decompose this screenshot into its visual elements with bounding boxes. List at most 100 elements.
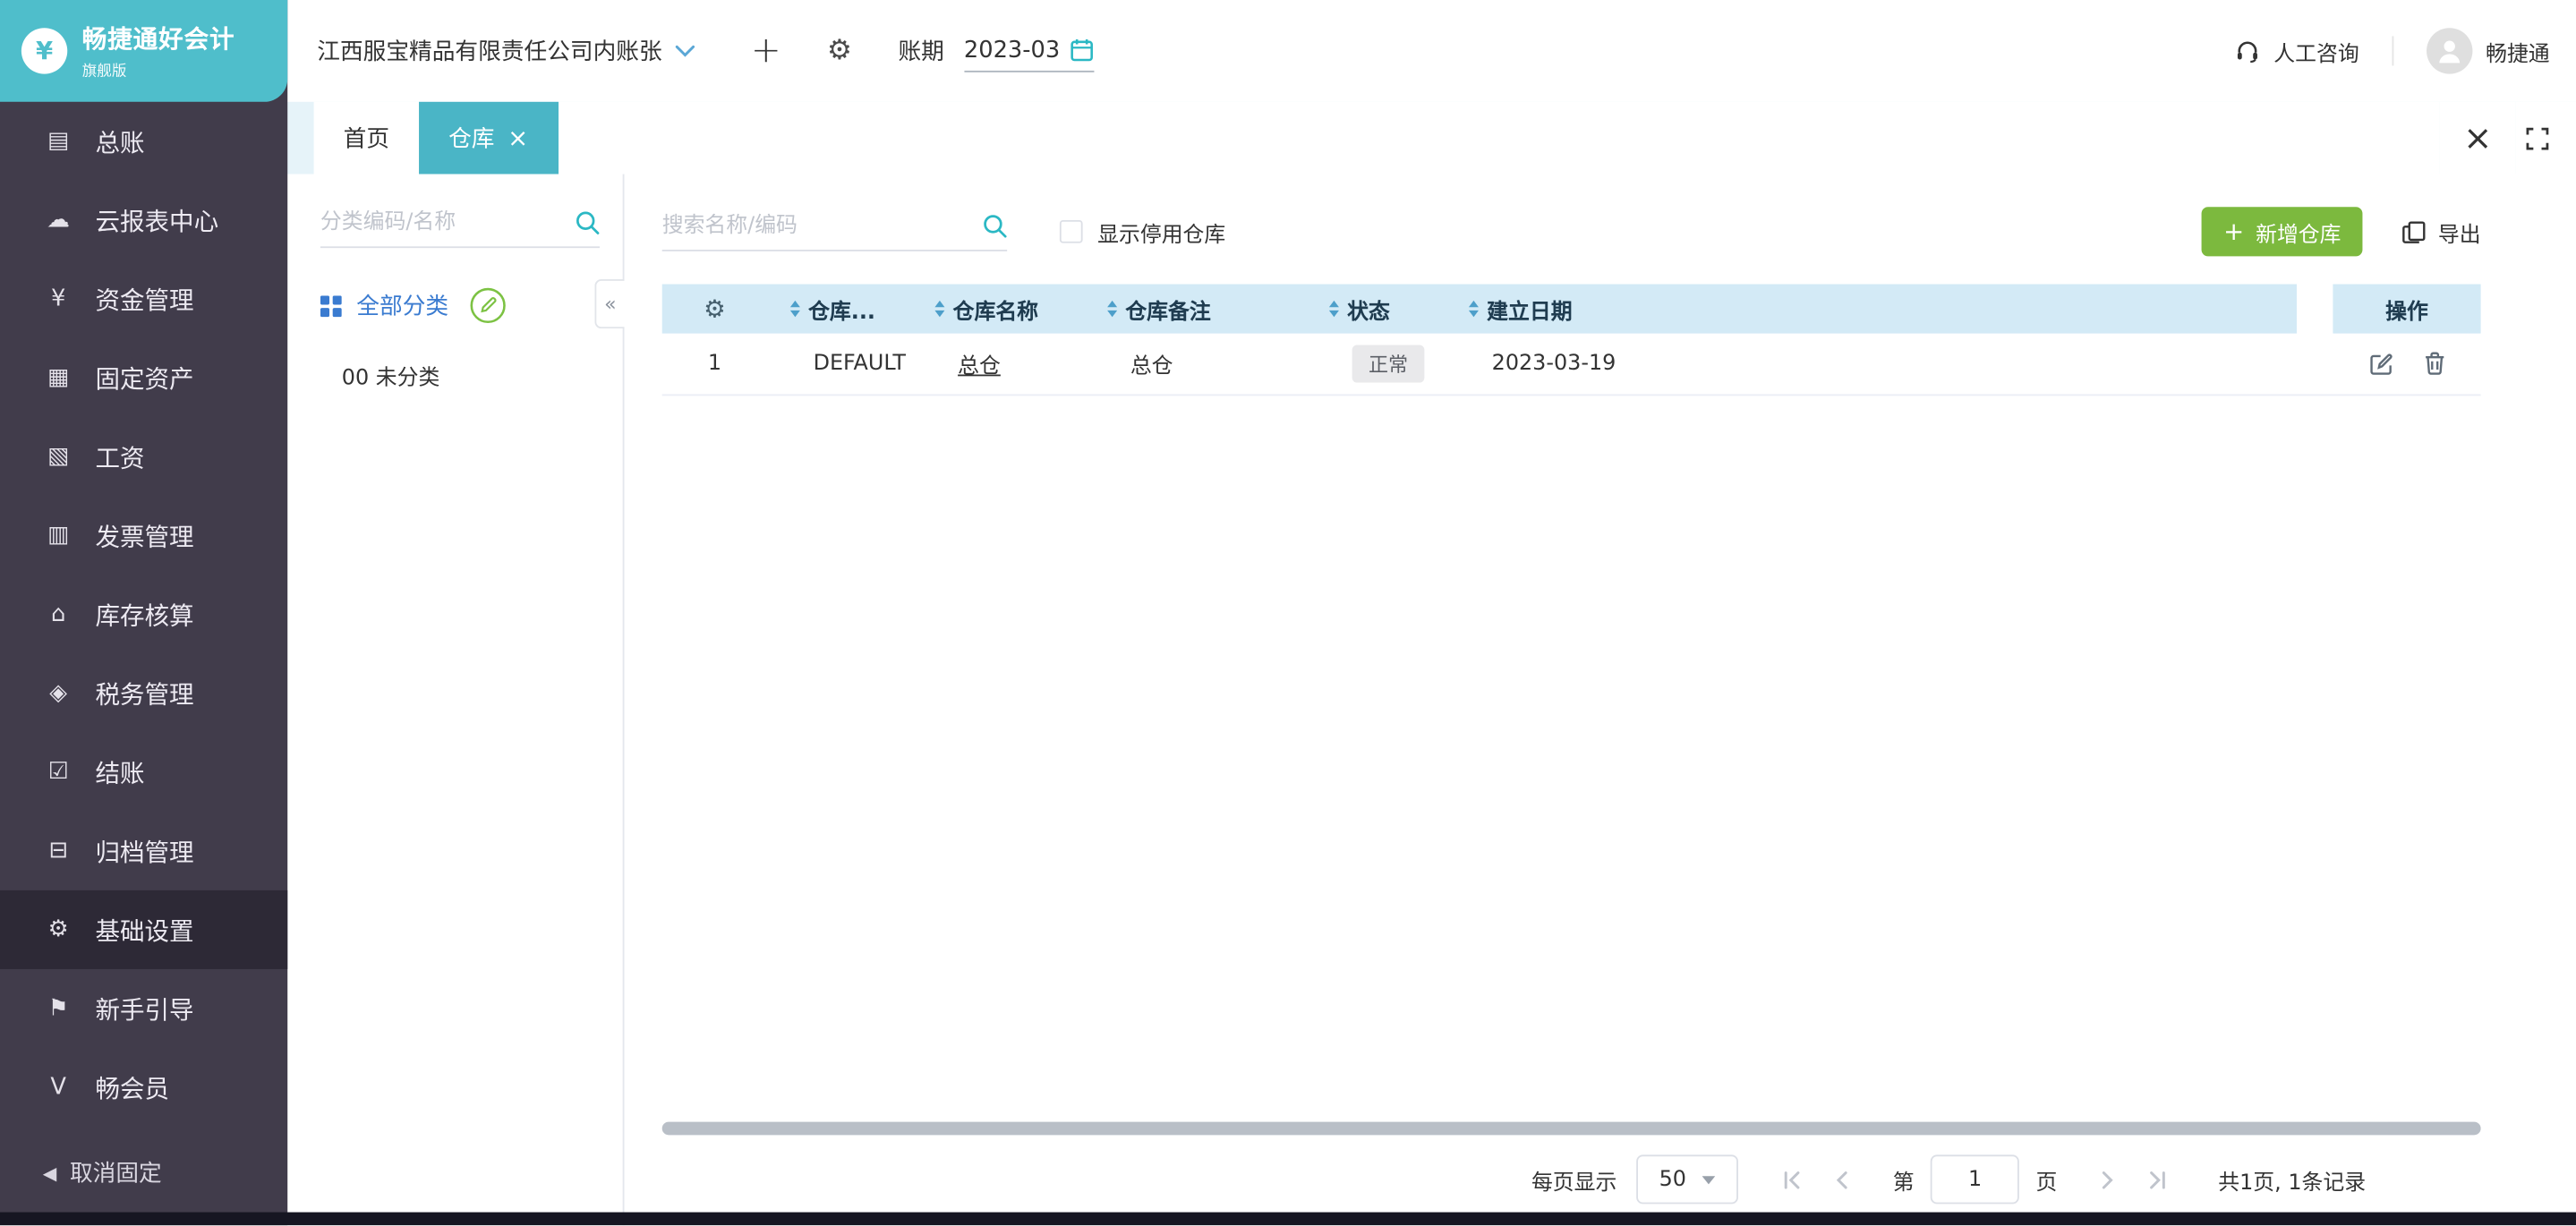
status-badge: 正常 (1352, 345, 1425, 383)
sidebar-item-closing[interactable]: ☑ 结账 (0, 733, 287, 812)
sidebar-item-label: 发票管理 (95, 521, 194, 551)
per-page-select[interactable]: 50 (1636, 1154, 1739, 1205)
sidebar-item-member[interactable]: Ⅴ 畅会员 (0, 1048, 287, 1127)
sort-icon[interactable] (789, 300, 800, 318)
sidebar-item-label: 工资 (95, 442, 145, 473)
actions-column-header: 操作 (2333, 284, 2481, 334)
company-selector[interactable]: 江西服宝精品有限责任公司内账张 (317, 35, 695, 68)
table-row[interactable]: 1 DEFAULT 总仓 总仓 正常 2023-03-19 (661, 334, 2481, 396)
tab-strip: 首页 仓库 × (313, 101, 559, 175)
edit-icon[interactable] (2368, 352, 2393, 377)
column-header-0[interactable]: 仓库... (767, 285, 912, 334)
warehouse-name-link[interactable]: 总仓 (958, 354, 1001, 379)
sidebar-item-label: 资金管理 (95, 285, 194, 315)
search-icon[interactable] (575, 210, 600, 235)
tab-close-icon[interactable]: × (508, 124, 528, 150)
closing-icon: ☑ (47, 759, 69, 786)
warehouse-date: 2023-03-19 (1491, 351, 1616, 377)
sidebar-item-basic-settings[interactable]: ⚙ 基础设置 (0, 890, 288, 969)
tax-management-icon: ◈ (49, 679, 68, 707)
column-header-3[interactable]: 状态 (1306, 285, 1446, 334)
warehouse-table: ⚙ 仓库... 仓库名称 仓库备注 状态 建立日期 操作 1 DEFAULT 总仓 总仓 正常 2… (661, 284, 2481, 396)
sidebar-item-label: 结账 (95, 758, 145, 788)
sidebar-item-cloud-reports[interactable]: ☁ 云报表中心 (0, 181, 287, 260)
show-disabled-checkbox[interactable]: 显示停用仓库 (1059, 216, 1225, 247)
column-header-1[interactable]: 仓库名称 (912, 285, 1085, 334)
page-input[interactable] (1931, 1154, 2020, 1205)
avatar[interactable] (2427, 28, 2473, 74)
horizontal-scrollbar[interactable] (661, 1121, 2481, 1136)
add-warehouse-label: 新增仓库 (2256, 222, 2341, 248)
username: 畅捷通 (2486, 41, 2550, 67)
brand-logo: ¥ 畅捷通好会计 旗舰版 (0, 0, 288, 102)
column-header-4[interactable]: 建立日期 (1446, 285, 2297, 334)
column-header-2[interactable]: 仓库备注 (1084, 285, 1306, 334)
brand-glyph: ¥ (35, 36, 54, 66)
add-warehouse-button[interactable]: + 新增仓库 (2202, 207, 2363, 257)
topbar-divider (2392, 36, 2394, 66)
all-categories-label: 全部分类 (356, 294, 449, 320)
warehouse-search-input[interactable] (661, 212, 983, 238)
sidebar-item-inventory-accounting[interactable]: ⌂ 库存核算 (0, 575, 287, 653)
sidebar-item-label: 畅会员 (95, 1073, 170, 1103)
checkbox-box[interactable] (1059, 219, 1083, 243)
sidebar-item-tax-management[interactable]: ◈ 税务管理 (0, 654, 287, 733)
sidebar-item-fixed-assets[interactable]: ▦ 固定资产 (0, 338, 287, 417)
sidebar-item-archive-management[interactable]: ⊟ 归档管理 (0, 812, 287, 890)
category-search-input[interactable] (320, 209, 576, 235)
tabbar-spacer (558, 101, 2441, 175)
add-account-button[interactable]: + (751, 30, 781, 72)
next-page-button[interactable] (2096, 1169, 2118, 1190)
chevron-down-icon (1702, 1176, 1717, 1191)
search-icon[interactable] (983, 213, 1008, 238)
sidebar-item-funds-management[interactable]: ¥ 资金管理 (0, 260, 287, 338)
period-selector[interactable]: 2023-03 (963, 37, 1095, 72)
sidebar-item-general-ledger[interactable]: ▤ 总账 (0, 102, 287, 181)
sidebar-item-label: 总账 (95, 127, 145, 158)
tab-warehouse[interactable]: 仓库 × (419, 101, 559, 175)
export-button[interactable]: 导出 (2401, 216, 2481, 247)
sort-icon[interactable] (1107, 300, 1118, 318)
account-settings-gear-icon[interactable]: ⚙ (827, 35, 852, 68)
first-page-button[interactable] (1781, 1169, 1803, 1190)
table-header-gap (2297, 284, 2333, 334)
fixed-assets-icon: ▦ (47, 364, 70, 391)
column-label: 仓库... (808, 299, 876, 325)
table-settings-gear-icon[interactable]: ⚙ (662, 285, 767, 334)
general-ledger-icon: ▤ (47, 128, 70, 155)
all-categories-row[interactable]: 全部分类 (320, 287, 600, 324)
sidebar-item-beginner-guide[interactable]: ⚑ 新手引导 (0, 969, 287, 1048)
collapse-panel-button[interactable]: « (594, 279, 625, 329)
close-icon[interactable]: × (2440, 101, 2516, 175)
unpin-button[interactable]: ◀ 取消固定 (0, 1137, 287, 1209)
headset-icon (2234, 38, 2260, 64)
tab-bar: 首页 仓库 × × (287, 101, 2576, 175)
calendar-icon (1070, 38, 1095, 63)
prev-page-button[interactable] (1832, 1169, 1854, 1190)
brand-text: 畅捷通好会计 旗舰版 (82, 21, 235, 81)
edit-category-icon[interactable] (470, 287, 506, 324)
sort-icon[interactable] (1328, 300, 1339, 318)
archive-management-icon: ⊟ (48, 838, 68, 864)
category-panel: 全部分类 00 未分类 « (287, 174, 625, 1226)
fullscreen-icon[interactable] (2515, 101, 2576, 175)
last-page-button[interactable] (2147, 1169, 2169, 1190)
brand-title: 畅捷通好会计 (81, 24, 235, 55)
sidebar-item-label: 归档管理 (95, 837, 194, 867)
table-header: ⚙ 仓库... 仓库名称 仓库备注 状态 建立日期 操作 (661, 284, 2481, 334)
brand-logo-icon: ¥ (21, 28, 68, 74)
column-label: 仓库备注 (1125, 299, 1211, 325)
sort-icon[interactable] (934, 300, 945, 318)
period-value: 2023-03 (963, 37, 1061, 64)
support-button[interactable]: 人工咨询 (2234, 35, 2359, 66)
tab-home[interactable]: 首页 (313, 101, 420, 175)
delete-icon[interactable] (2422, 352, 2445, 377)
inventory-accounting-icon: ⌂ (50, 600, 66, 628)
pin-icon: ◀ (42, 1162, 57, 1184)
brand-subtitle: 旗舰版 (81, 64, 127, 81)
sidebar-item-payroll[interactable]: ▧ 工资 (0, 417, 287, 496)
sidebar-item-invoice-management[interactable]: ▥ 发票管理 (0, 496, 287, 575)
category-item[interactable]: 00 未分类 (320, 360, 600, 391)
sort-icon[interactable] (1468, 300, 1479, 318)
invoice-management-icon: ▥ (47, 522, 70, 549)
